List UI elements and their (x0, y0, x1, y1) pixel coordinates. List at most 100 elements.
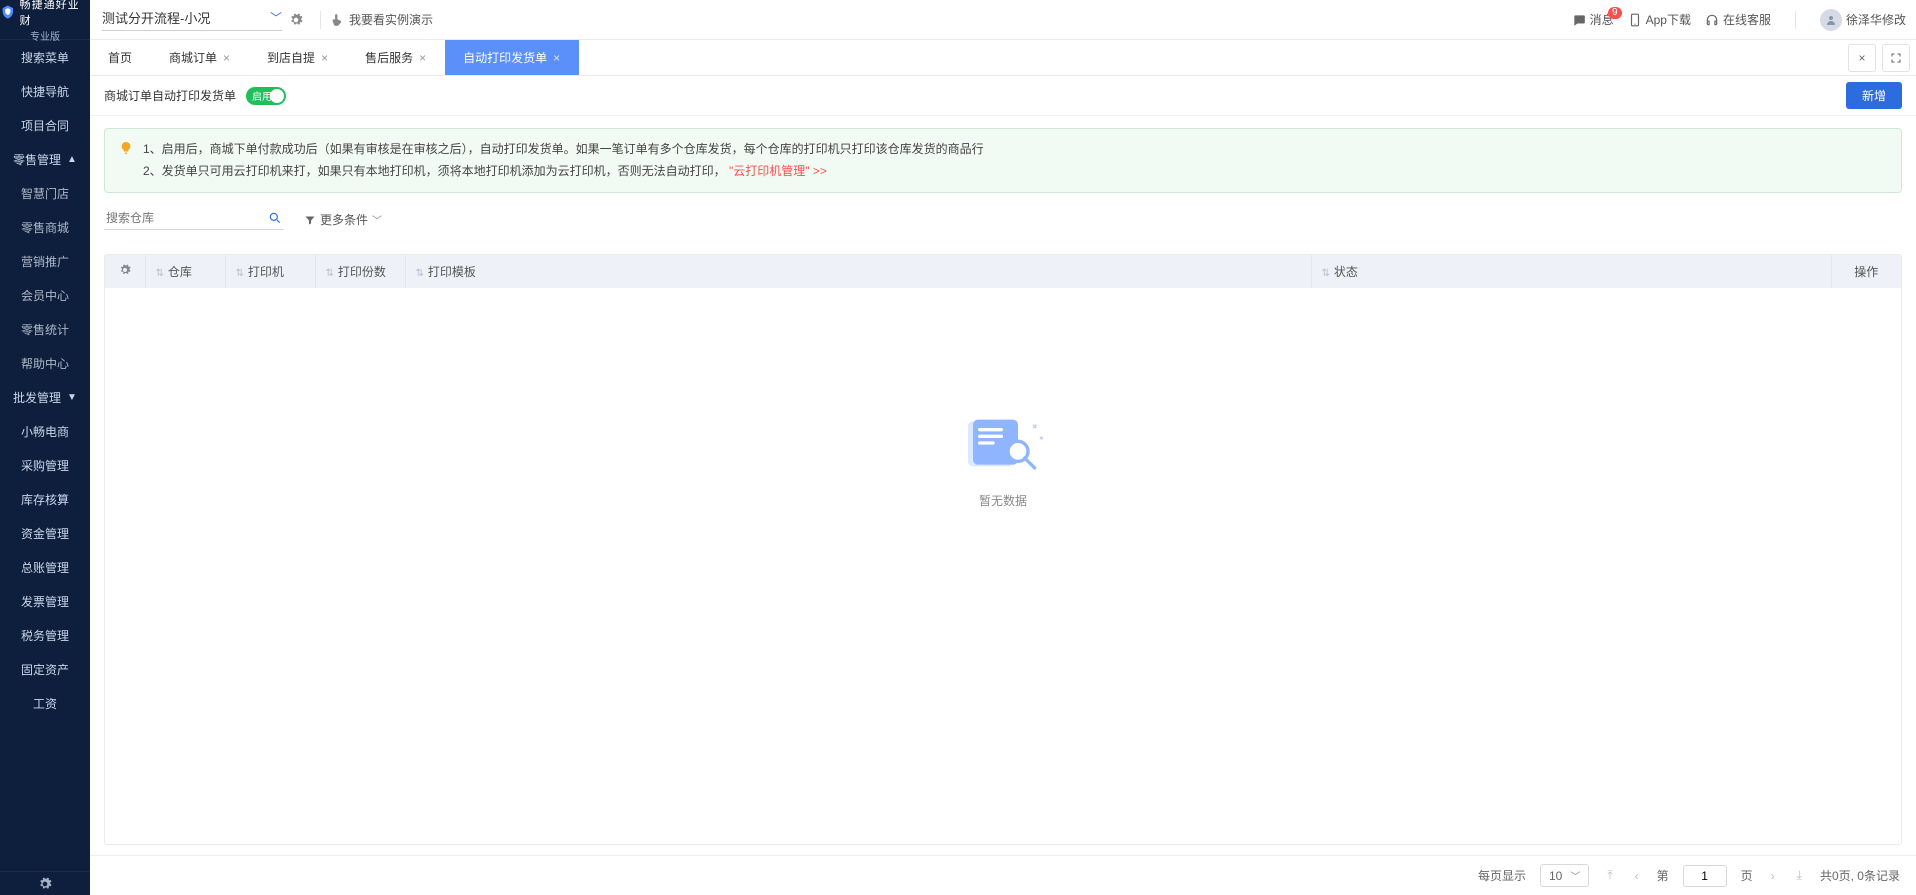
prev-page-button[interactable]: ‹ (1631, 867, 1643, 885)
search-input[interactable] (106, 211, 268, 225)
toggle-knob (270, 89, 284, 103)
headset-icon (1705, 13, 1719, 27)
hand-pointer-icon (331, 13, 345, 27)
page-size-select[interactable]: 10 ﹀ (1540, 864, 1589, 887)
sidebar: 畅捷通好业财 专业版 搜索菜单 快捷导航 项目合同 零售管理▲ 智慧门店 零售商… (0, 0, 90, 895)
chevron-down-icon: ﹀ (270, 9, 282, 26)
avatar (1820, 9, 1842, 31)
sort-icon: ⇅ (326, 268, 334, 279)
sidebar-item-fixed-assets[interactable]: 固定资产 (0, 652, 90, 686)
search-icon (268, 211, 282, 225)
col-status[interactable]: ⇅状态 (1311, 255, 1831, 288)
sidebar-item-gl[interactable]: 总账管理 (0, 550, 90, 584)
sidebar-item-wholesale[interactable]: 批发管理▼ (0, 380, 90, 414)
sidebar-item-funds[interactable]: 资金管理 (0, 516, 90, 550)
msg-badge: 9 (1608, 7, 1622, 19)
close-icon[interactable]: × (419, 51, 426, 65)
tab-mall-orders[interactable]: 商城订单 × (151, 40, 249, 75)
page-summary: 共0页, 0条记录 (1820, 867, 1900, 884)
tab-home[interactable]: 首页 (90, 40, 151, 75)
sidebar-item-retail[interactable]: 零售管理▲ (0, 142, 90, 176)
header: 测试分开流程-小况 ﹀ 我要看实例演示 消息 9 App下载 在线客服 徐泽华修… (90, 0, 1916, 40)
cloud-printer-link[interactable]: "云打印机管理" >> (729, 164, 827, 178)
sidebar-item-quick-nav[interactable]: 快捷导航 (0, 74, 90, 108)
close-icon: × (1858, 51, 1865, 65)
sidebar-item-salary[interactable]: 工资 (0, 686, 90, 720)
empty-state: 暂无数据 (105, 288, 1901, 844)
sidebar-item-retail-mall[interactable]: 零售商城 (0, 210, 90, 244)
sidebar-item-marketing[interactable]: 营销推广 (0, 244, 90, 278)
page-input[interactable] (1683, 865, 1727, 887)
close-all-tabs-button[interactable]: × (1848, 44, 1876, 72)
sidebar-item-ecommerce[interactable]: 小畅电商 (0, 414, 90, 448)
filter-row: 更多条件 ﹀ (90, 193, 1916, 240)
close-icon[interactable]: × (223, 51, 230, 65)
sidebar-item-invoice[interactable]: 发票管理 (0, 584, 90, 618)
close-icon[interactable]: × (553, 51, 560, 65)
tab-bar: 首页 商城订单 × 到店自提 × 售后服务 × 自动打印发货单 × × (90, 40, 1916, 76)
more-conditions[interactable]: 更多条件 ﹀ (304, 211, 382, 228)
add-button[interactable]: 新增 (1846, 82, 1902, 109)
sidebar-item-smart-store[interactable]: 智慧门店 (0, 176, 90, 210)
col-template[interactable]: ⇅打印模板 (405, 255, 1311, 288)
sort-icon: ⇅ (416, 268, 424, 279)
rules-table: ⇅仓库 ⇅打印机 ⇅打印份数 ⇅打印模板 ⇅状态 操作 (104, 254, 1902, 845)
sidebar-settings[interactable] (0, 871, 90, 895)
sidebar-item-purchase[interactable]: 采购管理 (0, 448, 90, 482)
phone-icon (1628, 13, 1642, 27)
col-ops: 操作 (1831, 255, 1901, 288)
sidebar-item-tax[interactable]: 税务管理 (0, 618, 90, 652)
messages-button[interactable]: 消息 9 (1572, 11, 1614, 28)
last-page-button[interactable]: ⤓ (1793, 866, 1806, 885)
page-subheader: 商城订单自动打印发货单 启用 新增 (90, 76, 1916, 116)
org-selector[interactable]: 测试分开流程-小况 ﹀ (102, 8, 282, 31)
tab-auto-print[interactable]: 自动打印发货单 × (445, 40, 579, 75)
gear-icon (119, 264, 131, 276)
fullscreen-button[interactable] (1882, 44, 1910, 72)
sidebar-item-member[interactable]: 会员中心 (0, 278, 90, 312)
sidebar-item-help[interactable]: 帮助中心 (0, 346, 90, 380)
sidebar-nav: 搜索菜单 快捷导航 项目合同 零售管理▲ 智慧门店 零售商城 营销推广 会员中心… (0, 40, 90, 871)
info-banner: 1、启用后，商城下单付款成功后（如果有审核是在审核之后），自动打印发货单。如果一… (104, 128, 1902, 193)
brand-logo-icon (0, 4, 16, 20)
banner-line-2: 2、发货单只可用云打印机来打，如果只有本地打印机，须将本地打印机添加为云打印机，… (143, 161, 984, 183)
page-content: 商城订单自动打印发货单 启用 新增 1、启用后，商城下单付款成功后（如果有审核是… (90, 76, 1916, 895)
enable-toggle[interactable]: 启用 (246, 87, 286, 105)
first-page-button[interactable]: ⤒ (1603, 866, 1616, 885)
chevron-up-icon: ▲ (67, 154, 77, 165)
per-page-label: 每页显示 (1478, 867, 1526, 884)
gear-icon (289, 13, 303, 27)
sidebar-item-project[interactable]: 项目合同 (0, 108, 90, 142)
lightbulb-icon (119, 141, 133, 182)
demo-link[interactable]: 我要看实例演示 (331, 11, 433, 28)
divider (1795, 11, 1796, 29)
chevron-down-icon: ﹀ (372, 212, 382, 227)
user-icon (1825, 14, 1837, 26)
app-download-button[interactable]: App下载 (1628, 11, 1691, 28)
sidebar-item-inventory[interactable]: 库存核算 (0, 482, 90, 516)
gear-icon (38, 877, 52, 891)
warehouse-search[interactable] (104, 209, 284, 230)
tab-pickup[interactable]: 到店自提 × (249, 40, 347, 75)
empty-illustration-icon (953, 408, 1053, 478)
col-copies[interactable]: ⇅打印份数 (315, 255, 405, 288)
empty-text: 暂无数据 (979, 492, 1027, 509)
sidebar-item-search-menu[interactable]: 搜索菜单 (0, 40, 90, 74)
org-name: 测试分开流程-小况 (102, 8, 210, 27)
sidebar-item-retail-stats[interactable]: 零售统计 (0, 312, 90, 346)
col-settings[interactable] (105, 255, 145, 288)
expand-icon (1890, 52, 1902, 64)
user-menu[interactable]: 徐泽华修改 (1820, 9, 1906, 31)
col-warehouse[interactable]: ⇅仓库 (145, 255, 225, 288)
chevron-down-icon: ﹀ (1570, 868, 1580, 883)
close-icon[interactable]: × (321, 51, 328, 65)
tab-aftersale[interactable]: 售后服务 × (347, 40, 445, 75)
pagination: 每页显示 10 ﹀ ⤒ ‹ 第 页 › ⤓ 共0页, 0条记录 (90, 855, 1916, 895)
divider (320, 11, 321, 29)
org-settings-button[interactable] (282, 6, 310, 34)
chevron-down-icon: ▼ (67, 392, 77, 403)
online-service-button[interactable]: 在线客服 (1705, 11, 1771, 28)
col-printer[interactable]: ⇅打印机 (225, 255, 315, 288)
next-page-button[interactable]: › (1767, 867, 1779, 885)
chat-icon (1572, 13, 1586, 27)
